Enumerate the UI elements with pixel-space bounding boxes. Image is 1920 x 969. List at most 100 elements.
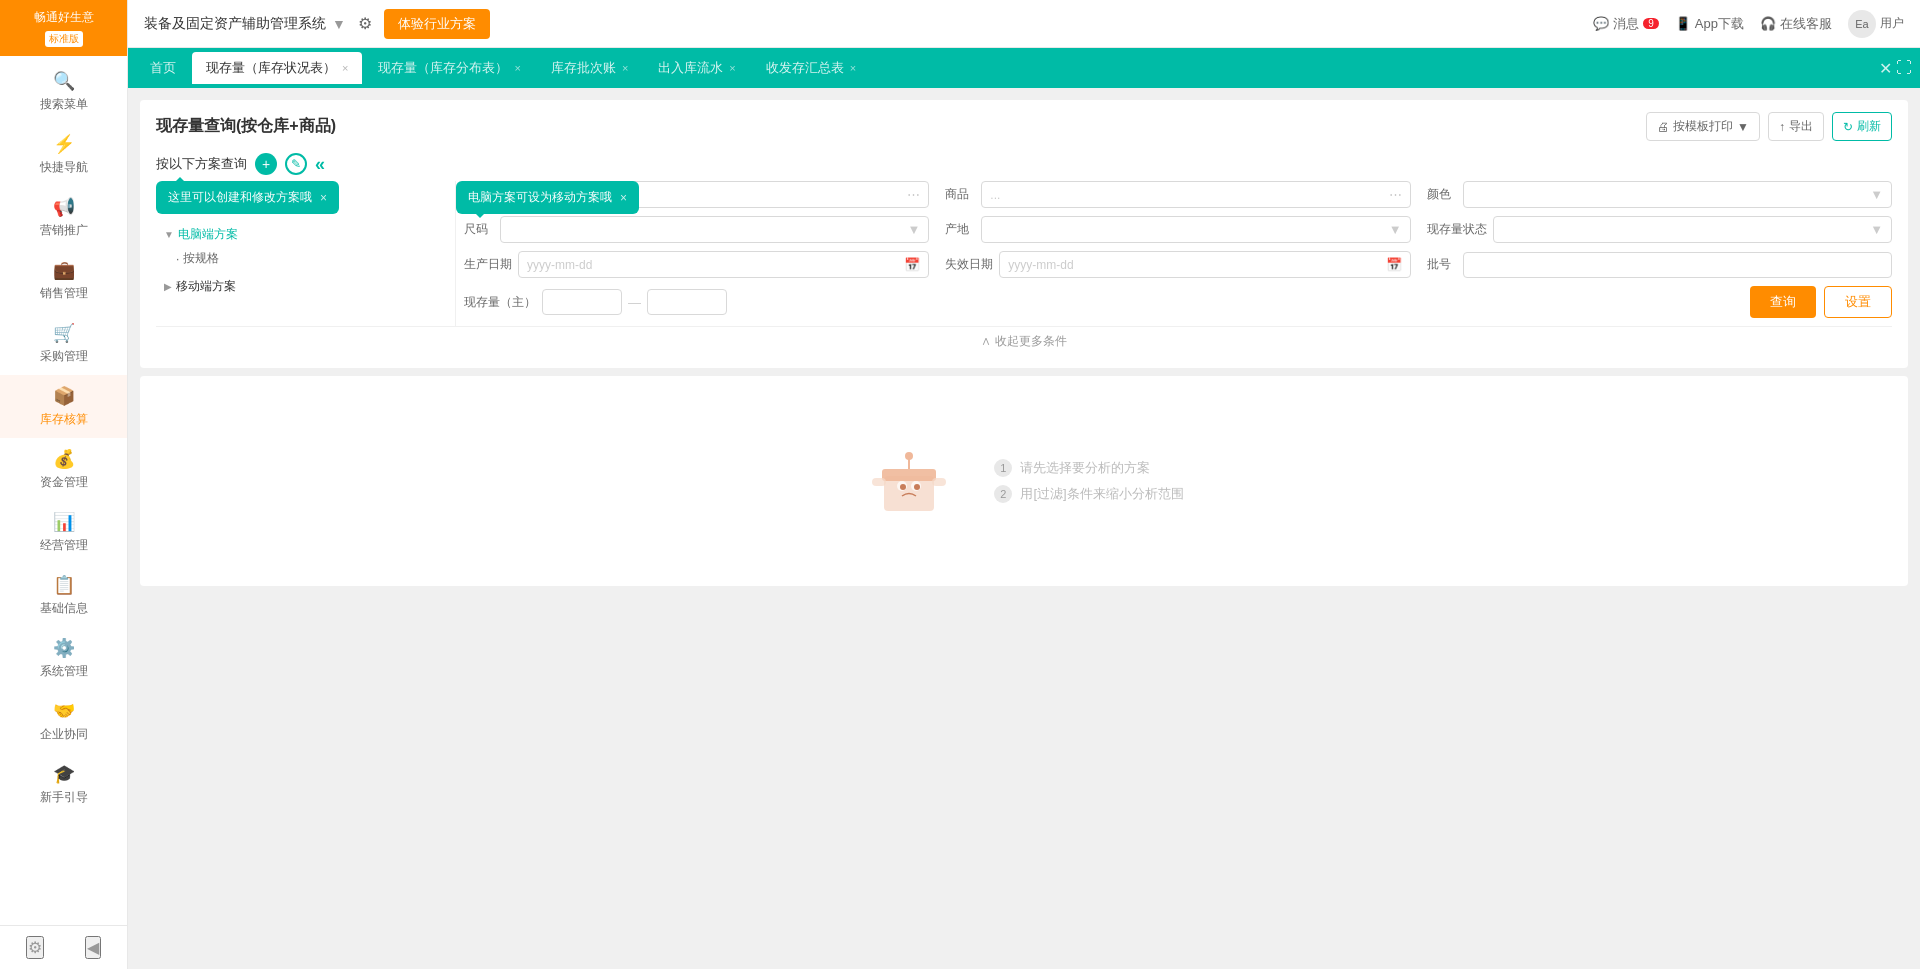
- svg-rect-8: [872, 478, 886, 486]
- svg-point-4: [900, 484, 906, 490]
- form-row-4: 现存量（主） — 查询 设置: [464, 286, 1892, 318]
- search-btn[interactable]: 查询: [1750, 286, 1816, 318]
- svg-point-7: [905, 452, 913, 460]
- sidebar-item-basic[interactable]: 📋 基础信息: [0, 564, 127, 627]
- box-icon: 📦: [53, 385, 75, 407]
- tab-collect-summary-close[interactable]: ×: [850, 62, 856, 74]
- caret-down-icon: ▼: [164, 229, 174, 240]
- app-download-btn[interactable]: 📱 App下载: [1675, 15, 1744, 33]
- sidebar-item-sales[interactable]: 💼 销售管理: [0, 249, 127, 312]
- headset-icon: 🎧: [1760, 16, 1776, 31]
- sidebar-item-system[interactable]: ⚙️ 系统管理: [0, 627, 127, 690]
- settings-btn[interactable]: ⚙: [358, 14, 372, 33]
- refresh-btn[interactable]: ↻ 刷新: [1832, 112, 1892, 141]
- stock-main-start-input[interactable]: [542, 289, 622, 315]
- page-actions: 🖨 按模板打印 ▼ ↑ 导出 ↻ 刷新: [1646, 112, 1892, 141]
- tab-inventory-status-close[interactable]: ×: [342, 62, 348, 74]
- gear-icon: ⚙️: [53, 637, 75, 659]
- tab-home-label: 首页: [150, 59, 176, 77]
- expire-date-placeholder: yyyy-mm-dd: [1008, 258, 1073, 272]
- field-stock-main: 现存量（主） —: [464, 289, 727, 315]
- expire-date-label: 失效日期: [945, 256, 993, 273]
- goods-more-icon: ⋯: [1389, 187, 1402, 202]
- search-buttons: 查询 设置: [1750, 286, 1892, 318]
- main-area: 装备及固定资产辅助管理系统 ▼ ⚙ 体验行业方案 💬 消息 9 📱 App下载 …: [128, 0, 1920, 969]
- stock-status-dropdown-icon: ▼: [1870, 222, 1883, 237]
- clipboard-icon: 📋: [53, 574, 75, 596]
- logo-badge: 标准版: [45, 31, 83, 47]
- sidebar-item-finance[interactable]: 💰 资金管理: [0, 438, 127, 501]
- content-area: 现存量查询(按仓库+商品) 🖨 按模板打印 ▼ ↑ 导出 ↻: [128, 88, 1920, 969]
- sidebar-item-collab[interactable]: 🤝 企业协同: [0, 690, 127, 753]
- system-title-text: 装备及固定资产辅助管理系统: [144, 15, 326, 33]
- notifications-btn[interactable]: 💬 消息 9: [1593, 15, 1659, 33]
- tooltip1-close-btn[interactable]: ×: [620, 191, 627, 205]
- lightning-icon: ⚡: [53, 133, 75, 155]
- user-area[interactable]: Ea 用户: [1848, 10, 1904, 38]
- sidebar-item-purchase[interactable]: 🛒 采购管理: [0, 312, 127, 375]
- set-btn[interactable]: 设置: [1824, 286, 1892, 318]
- batch-input[interactable]: [1463, 252, 1892, 278]
- logo-name: 畅通好生意: [34, 9, 94, 26]
- sidebar-item-search[interactable]: 🔍 搜索菜单: [0, 60, 127, 123]
- filter-back-btn[interactable]: «: [315, 154, 325, 175]
- trial-btn[interactable]: 体验行业方案: [384, 9, 490, 39]
- app-download-label: App下载: [1695, 15, 1744, 33]
- sidebar-item-quicknav[interactable]: ⚡ 快捷导航: [0, 123, 127, 186]
- stock-main-end-input[interactable]: [647, 289, 727, 315]
- expire-date-input[interactable]: yyyy-mm-dd 📅: [999, 251, 1410, 278]
- sidebar-item-guide[interactable]: 🎓 新手引导: [0, 753, 127, 816]
- filter-edit-btn[interactable]: ✎: [285, 153, 307, 175]
- prod-date-placeholder: yyyy-mm-dd: [527, 258, 592, 272]
- topbar-right: 💬 消息 9 📱 App下载 🎧 在线客服 Ea 用户: [1593, 10, 1904, 38]
- color-input[interactable]: ▼: [1463, 181, 1892, 208]
- scheme-mobile-group[interactable]: ▶ 移动端方案: [156, 274, 455, 299]
- tab-inventory-status[interactable]: 现存量（库存状况表） ×: [192, 52, 362, 84]
- collapse-sidebar-btn[interactable]: ◀: [85, 936, 101, 959]
- tab-home[interactable]: 首页: [136, 52, 190, 84]
- tooltip2-text: 这里可以创建和修改方案哦: [168, 189, 312, 206]
- tab-batch-account[interactable]: 库存批次账 ×: [537, 52, 642, 84]
- scheme-sub-guige[interactable]: · 按规格: [156, 247, 455, 270]
- empty-tips: 1 请先选择要分析的方案 2 用[过滤]条件来缩小分析范围: [994, 459, 1183, 503]
- online-support-btn[interactable]: 🎧 在线客服: [1760, 15, 1832, 33]
- tab-inventory-dist-label: 现存量（库存分布表）: [378, 59, 508, 77]
- tooltip-pc-scheme: 电脑方案可设为移动方案哦 ×: [456, 181, 639, 214]
- close-all-tabs-btn[interactable]: ✕: [1879, 59, 1892, 78]
- tab-collect-summary[interactable]: 收发存汇总表 ×: [752, 52, 870, 84]
- tooltip-create-scheme: 这里可以创建和修改方案哦 ×: [156, 181, 339, 214]
- stock-status-input[interactable]: ▼: [1493, 216, 1892, 243]
- sidebar-item-inventory[interactable]: 📦 库存核算: [0, 375, 127, 438]
- guide-icon: 🎓: [53, 763, 75, 785]
- tab-inout-flow-close[interactable]: ×: [729, 62, 735, 74]
- sidebar-label-finance: 资金管理: [40, 474, 88, 491]
- tab-collect-summary-label: 收发存汇总表: [766, 59, 844, 77]
- empty-tip-1: 1 请先选择要分析的方案: [994, 459, 1183, 477]
- scheme-pc-group[interactable]: ▼ 电脑端方案: [156, 222, 455, 247]
- sidebar-item-operation[interactable]: 📊 经营管理: [0, 501, 127, 564]
- origin-input[interactable]: ▼: [981, 216, 1410, 243]
- fullscreen-btn[interactable]: ⛶: [1896, 59, 1912, 77]
- filter-add-btn[interactable]: +: [255, 153, 277, 175]
- tab-inventory-dist[interactable]: 现存量（库存分布表） ×: [364, 52, 534, 84]
- panel-body: 这里可以创建和修改方案哦 × ▼ 电脑端方案 · 按规格: [156, 181, 1892, 326]
- system-title: 装备及固定资产辅助管理系统 ▼: [144, 15, 346, 33]
- sidebar-item-marketing[interactable]: 📢 营销推广: [0, 186, 127, 249]
- tab-batch-account-close[interactable]: ×: [622, 62, 628, 74]
- tab-inventory-dist-close[interactable]: ×: [514, 62, 520, 74]
- tab-inventory-status-label: 现存量（库存状况表）: [206, 59, 336, 77]
- goods-input[interactable]: ... ⋯: [981, 181, 1410, 208]
- prod-date-input[interactable]: yyyy-mm-dd 📅: [518, 251, 929, 278]
- sidebar-logo: 畅通好生意 标准版: [0, 0, 127, 56]
- tooltip2-close-btn[interactable]: ×: [320, 191, 327, 205]
- settings-bottom-btn[interactable]: ⚙: [26, 936, 44, 959]
- size-input[interactable]: ▼: [500, 216, 929, 243]
- print-template-btn[interactable]: 🖨 按模板打印 ▼: [1646, 112, 1760, 141]
- tab-inout-flow[interactable]: 出入库流水 ×: [644, 52, 749, 84]
- export-btn[interactable]: ↑ 导出: [1768, 112, 1824, 141]
- svg-rect-9: [932, 478, 946, 486]
- collapse-bar[interactable]: ∧ 收起更多条件: [156, 326, 1892, 356]
- scheme-panel: 这里可以创建和修改方案哦 × ▼ 电脑端方案 · 按规格: [156, 181, 456, 326]
- tab-batch-account-label: 库存批次账: [551, 59, 616, 77]
- tab-end-buttons: ✕ ⛶: [1879, 59, 1912, 78]
